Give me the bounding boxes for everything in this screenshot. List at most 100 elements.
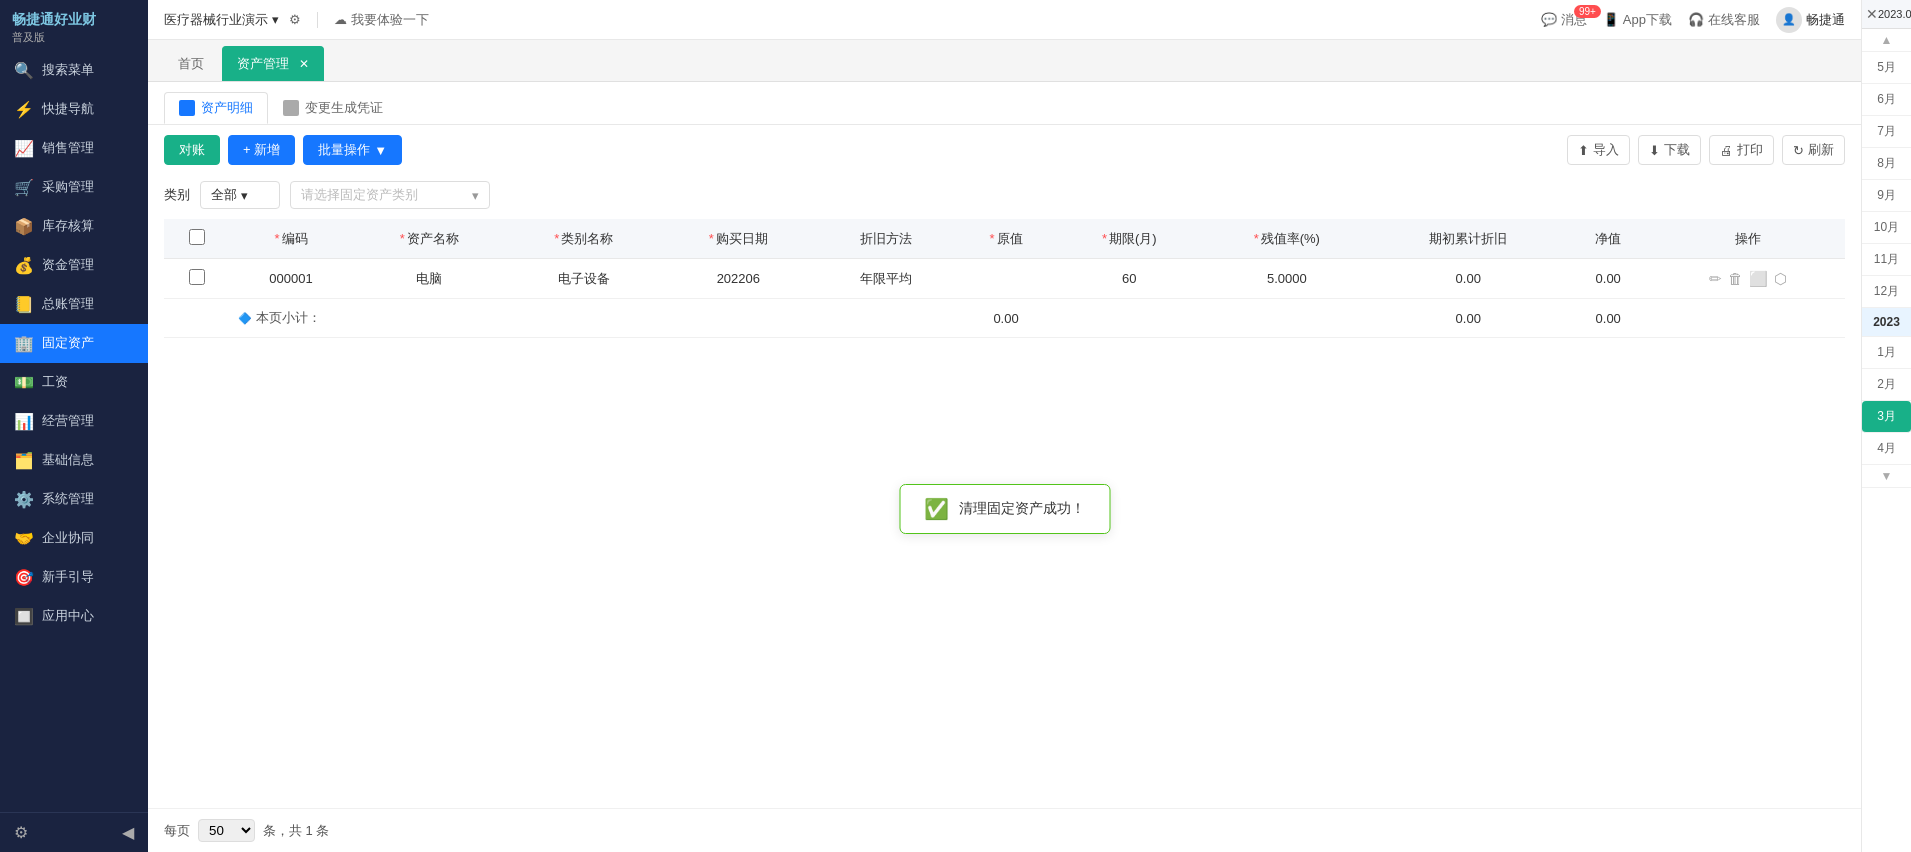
collapse-icon[interactable]: ◀ [122,823,134,842]
company-selector[interactable]: 医疗器械行业演示 ▾ [164,11,279,29]
date-item-8[interactable]: 2023 [1862,308,1911,337]
tab-close-icon[interactable]: ✕ [299,57,309,71]
right-panel-year: 2023.03 [1878,8,1911,20]
sidebar-item-quicknav[interactable]: ⚡ 快捷导航 [0,90,148,129]
success-toast: ✅ 清理固定资产成功！ [899,484,1110,534]
sidebar-item-appstore[interactable]: 🔲应用中心 [0,597,148,636]
sidebar-icon-inventory: 📦 [14,217,34,236]
sidebar-item-base[interactable]: 🗂️基础信息 [0,441,148,480]
row-checkbox [164,259,230,299]
sidebar-label-fund: 资金管理 [42,256,94,274]
right-panel-close-icon[interactable]: ✕ [1866,6,1878,22]
subtab-voucher[interactable]: 变更生成凭证 [268,92,398,124]
row-name: 电脑 [352,259,507,299]
sidebar-item-fixed[interactable]: 🏢固定资产 [0,324,148,363]
sidebar-item-inventory[interactable]: 📦 库存核算 [0,207,148,246]
download-btn[interactable]: ⬇ 下载 [1638,135,1701,165]
online-service-btn[interactable]: 🎧 在线客服 [1688,11,1760,29]
sidebar-item-search[interactable]: 🔍搜索菜单 [0,51,148,90]
sidebar-item-salary[interactable]: 💵工资 [0,363,148,402]
import-btn[interactable]: ⬆ 导入 [1567,135,1630,165]
date-item-10[interactable]: 2月 [1862,369,1911,401]
settings-btn[interactable]: ⚙ [289,12,301,27]
row-period: 60 [1057,259,1203,299]
th-residual-rate: *残值率(%) [1202,219,1371,259]
more-icon[interactable]: ⬡ [1774,270,1787,288]
sidebar: 畅捷通好业财 普及版 🔍搜索菜单 ⚡ 快捷导航 📈销售管理🛒采购管理 📦 库存核算 💰资金管… [0,0,148,852]
batch-btn[interactable]: 批量操作 ▼ [303,135,402,165]
sidebar-label-guide: 新手引导 [42,568,94,586]
sidebar-label-purchase: 采购管理 [42,178,94,196]
edit-icon[interactable]: ✏ [1709,270,1722,288]
total-text: 条，共 1 条 [263,822,329,840]
sidebar-label-ops: 经营管理 [42,412,94,430]
user-menu[interactable]: 👤 畅捷通 [1776,7,1845,33]
settings-icon[interactable]: ⚙ [14,823,28,842]
row-select-checkbox[interactable] [189,269,205,285]
select-all-checkbox[interactable] [189,229,205,245]
refresh-icon: ↻ [1793,143,1804,158]
date-item-1[interactable]: 6月 [1862,84,1911,116]
date-item-11[interactable]: 3月 [1862,401,1911,433]
sidebar-item-ops[interactable]: 📊经营管理 [0,402,148,441]
delete-icon[interactable]: 🗑 [1728,270,1743,287]
add-btn[interactable]: + 新增 [228,135,295,165]
app-download-btn[interactable]: 📱 App下载 [1603,11,1672,29]
app-logo: 畅捷通好业财 普及版 [0,0,148,51]
company-name: 医疗器械行业演示 [164,11,268,29]
date-item-2[interactable]: 7月 [1862,116,1911,148]
sidebar-item-system[interactable]: ⚙️系统管理 [0,480,148,519]
sidebar-item-ledger[interactable]: 📒总账管理 [0,285,148,324]
filter-asset-category-input[interactable]: 请选择固定资产类别 ▾ [290,181,490,209]
date-item-5[interactable]: 10月 [1862,212,1911,244]
date-item-0[interactable]: 5月 [1862,52,1911,84]
sidebar-label-sales: 销售管理 [42,139,94,157]
msg-icon: 💬 [1541,12,1557,27]
subtab-asset-detail[interactable]: 资产明细 [164,92,268,124]
filter-category-select[interactable]: 全部 ▾ [200,181,280,209]
sidebar-item-fund[interactable]: 💰资金管理 [0,246,148,285]
row-buy-date: 202206 [661,259,816,299]
per-page-label: 每页 [164,822,190,840]
date-scroll-up[interactable]: ▲ [1862,29,1911,52]
date-item-6[interactable]: 11月 [1862,244,1911,276]
experience-btn[interactable]: ☁ 我要体验一下 [334,11,429,29]
date-scroll-down[interactable]: ▼ [1862,465,1911,488]
toast-message: 清理固定资产成功！ [959,500,1085,518]
sidebar-label-quicknav: 快捷导航 [42,100,94,118]
app-sub: 普及版 [12,30,136,45]
sidebar-item-partner[interactable]: 🤝企业协同 [0,519,148,558]
sidebar-item-sales[interactable]: 📈销售管理 [0,129,148,168]
message-btn[interactable]: 💬 消息 99+ [1541,11,1587,29]
copy-icon[interactable]: ⬜ [1749,270,1768,288]
row-depreciation: 年限平均 [816,259,956,299]
username: 畅捷通 [1806,11,1845,29]
th-checkbox [164,219,230,259]
print-btn[interactable]: 🖨 打印 [1709,135,1774,165]
sidebar-item-purchase[interactable]: 🛒采购管理 [0,168,148,207]
tab-asset[interactable]: 资产管理 ✕ [222,46,324,81]
per-page-select[interactable]: 50 100 200 [198,819,255,842]
service-icon: 🎧 [1688,12,1704,27]
toolbar-right: ⬆ 导入 ⬇ 下载 🖨 打印 ↻ 刷新 [1567,135,1845,165]
th-buy-date: *购买日期 [661,219,816,259]
sidebar-icon-quicknav: ⚡ [14,100,34,119]
refresh-btn[interactable]: ↻ 刷新 [1782,135,1845,165]
reconcile-btn[interactable]: 对账 [164,135,220,165]
date-item-4[interactable]: 9月 [1862,180,1911,212]
sidebar-label-inventory: 库存核算 [42,217,94,235]
tab-home[interactable]: 首页 [164,47,218,81]
sidebar-item-guide[interactable]: 🎯新手引导 [0,558,148,597]
subtotal-empty-period [1057,299,1203,338]
th-initial-acc-dep: 期初累计折旧 [1372,219,1565,259]
date-item-3[interactable]: 8月 [1862,148,1911,180]
pagination: 每页 50 100 200 条，共 1 条 [148,808,1861,852]
date-item-9[interactable]: 1月 [1862,337,1911,369]
filter-input-arrow: ▾ [472,188,479,203]
category-dropdown-icon: ▾ [241,188,248,203]
th-depreciation: 折旧方法 [816,219,956,259]
date-item-7[interactable]: 12月 [1862,276,1911,308]
subtotal-label-text: 本页小计： [256,309,321,327]
date-item-12[interactable]: 4月 [1862,433,1911,465]
msg-badge: 99+ [1574,5,1601,18]
